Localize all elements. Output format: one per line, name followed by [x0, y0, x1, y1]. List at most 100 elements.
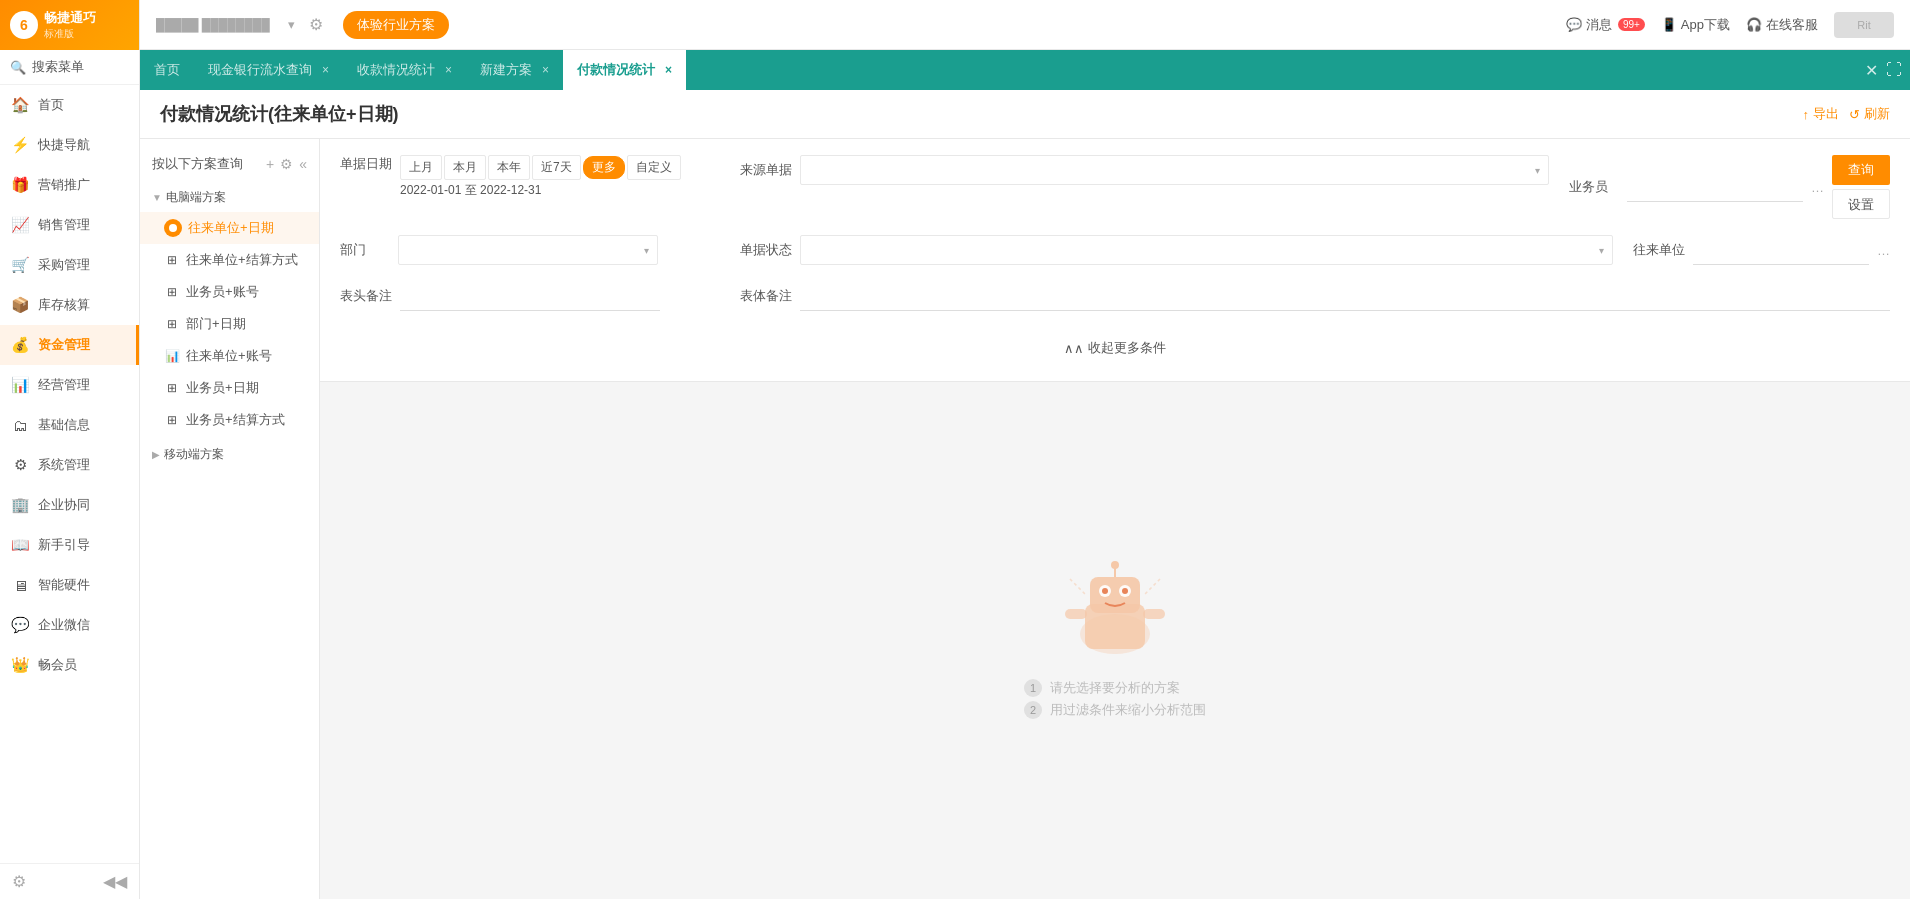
- sidebar-item-finance[interactable]: 💰 资金管理: [0, 325, 139, 365]
- sidebar-item-hardware[interactable]: 🖥 智能硬件: [0, 565, 139, 605]
- sidebar-item-guide[interactable]: 📖 新手引导: [0, 525, 139, 565]
- scheme-item-staff-account[interactable]: ⊞ 业务员+账号: [140, 276, 319, 308]
- tab-receipt-stats-close[interactable]: ×: [445, 63, 452, 77]
- export-btn[interactable]: ↑ 导出: [1803, 105, 1840, 123]
- filter-row-3: 表头备注 表体备注: [340, 281, 1890, 311]
- date-btn-this-month[interactable]: 本月: [444, 155, 486, 180]
- sidebar-item-label: 基础信息: [38, 416, 90, 434]
- sidebar-item-enterprise[interactable]: 🏢 企业协同: [0, 485, 139, 525]
- sidebar-item-system[interactable]: ⚙ 系统管理: [0, 445, 139, 485]
- refresh-btn[interactable]: ↺ 刷新: [1849, 105, 1890, 123]
- scheme-item-label: 业务员+日期: [186, 379, 259, 397]
- staff-input[interactable]: [1627, 172, 1803, 202]
- scheme-item-staff-date[interactable]: ⊞ 业务员+日期: [140, 372, 319, 404]
- sidebar-item-member[interactable]: 👑 畅会员: [0, 645, 139, 685]
- header-note-input[interactable]: [400, 281, 660, 311]
- date-btn-more[interactable]: 更多: [583, 156, 625, 179]
- scheme-header-icons: + ⚙ «: [266, 156, 307, 172]
- dept-select[interactable]: ▾: [398, 235, 658, 265]
- sidebar-item-quick-nav[interactable]: ⚡ 快捷导航: [0, 125, 139, 165]
- export-icon: ↑: [1803, 107, 1810, 122]
- mobile-scheme-section-title[interactable]: ▶ 移动端方案: [140, 440, 319, 469]
- scheme-item-unit-account[interactable]: 📊 往来单位+账号: [140, 340, 319, 372]
- sidebar-item-inventory[interactable]: 📦 库存核算: [0, 285, 139, 325]
- pc-section-label: 电脑端方案: [166, 189, 226, 206]
- sidebar-item-label: 库存核算: [38, 296, 90, 314]
- sidebar-item-purchase[interactable]: 🛒 采购管理: [0, 245, 139, 285]
- scheme-item-label: 业务员+结算方式: [186, 411, 285, 429]
- tab-new-scheme-label: 新建方案: [480, 61, 532, 79]
- tab-new-scheme[interactable]: 新建方案 ×: [466, 50, 563, 90]
- svg-line-13: [1145, 579, 1160, 594]
- scheme-collapse-icon[interactable]: «: [299, 156, 307, 172]
- search-icon: 🔍: [10, 60, 26, 75]
- settings-btn[interactable]: 设置: [1832, 189, 1890, 219]
- empty-illustration: [1055, 559, 1175, 659]
- tab-fullscreen-btn[interactable]: ⛶: [1886, 61, 1902, 79]
- sidebar-item-home[interactable]: 🏠 首页: [0, 85, 139, 125]
- date-btn-7days[interactable]: 近7天: [532, 155, 581, 180]
- app-download-btn[interactable]: 📱 App下载: [1661, 16, 1730, 34]
- sidebar-item-marketing[interactable]: 🎁 营销推广: [0, 165, 139, 205]
- related-unit-input[interactable]: [1693, 235, 1869, 265]
- online-service-btn[interactable]: 🎧 在线客服: [1746, 16, 1818, 34]
- tab-receipt-stats[interactable]: 收款情况统计 ×: [343, 50, 466, 90]
- sidebar-item-basic-info[interactable]: 🗂 基础信息: [0, 405, 139, 445]
- active-scheme-icon: [164, 219, 182, 237]
- scheme-settings-icon[interactable]: ⚙: [280, 156, 293, 172]
- sidebar-item-weixin[interactable]: 💬 企业微信: [0, 605, 139, 645]
- sidebar-item-label: 经营管理: [38, 376, 90, 394]
- tab-payment-stats-label: 付款情况统计: [577, 61, 655, 79]
- collapse-more-btn[interactable]: ∧∧ 收起更多条件: [1056, 331, 1174, 365]
- scheme-item-dept-date[interactable]: ⊞ 部门+日期: [140, 308, 319, 340]
- sidebar-item-label: 系统管理: [38, 456, 90, 474]
- tab-payment-stats[interactable]: 付款情况统计 ×: [563, 50, 686, 90]
- scheme-item-unit-settle[interactable]: ⊞ 往来单位+结算方式: [140, 244, 319, 276]
- topbar-title: █████ ████████: [156, 18, 270, 32]
- pc-scheme-section-title[interactable]: ▼ 电脑端方案: [140, 183, 319, 212]
- sidebar-nav: 🏠 首页 ⚡ 快捷导航 🎁 营销推广 📈 销售管理 🛒 采购管理 📦 库存核算 …: [0, 85, 139, 863]
- source-doc-select[interactable]: ▾: [800, 155, 1549, 185]
- message-icon: 💬: [1566, 17, 1582, 32]
- staff-more-icon[interactable]: …: [1811, 180, 1824, 195]
- tab-home[interactable]: 首页: [140, 50, 194, 90]
- add-scheme-icon[interactable]: +: [266, 156, 274, 172]
- scheme-item-staff-settle[interactable]: ⊞ 业务员+结算方式: [140, 404, 319, 436]
- topbar-expand-icon[interactable]: ▾: [288, 17, 295, 32]
- body-note-input[interactable]: [800, 281, 1890, 311]
- tab-close-all-btn[interactable]: ✕: [1865, 61, 1878, 80]
- tab-new-scheme-close[interactable]: ×: [542, 63, 549, 77]
- tab-cash-bank-close[interactable]: ×: [322, 63, 329, 77]
- related-unit-more-icon[interactable]: …: [1877, 243, 1890, 258]
- settings-bottom-icon[interactable]: ⚙: [12, 872, 26, 891]
- topbar-settings-icon[interactable]: ⚙: [309, 15, 323, 34]
- robot-svg: [1055, 559, 1175, 659]
- hint-1: 1 请先选择要分析的方案: [1024, 679, 1206, 697]
- logo-text: 畅捷通巧 标准版: [44, 9, 96, 41]
- scheme-item-unit-date[interactable]: 往来单位+日期: [140, 212, 319, 244]
- headset-icon: 🎧: [1746, 17, 1762, 32]
- sidebar-item-operation[interactable]: 📊 经营管理: [0, 365, 139, 405]
- tab-cash-bank[interactable]: 现金银行流水查询 ×: [194, 50, 343, 90]
- related-unit-group: 往来单位 …: [1633, 235, 1890, 265]
- doc-status-select[interactable]: ▾: [800, 235, 1613, 265]
- user-avatar[interactable]: Rit: [1834, 12, 1894, 38]
- date-label: 单据日期: [340, 155, 392, 173]
- svg-point-5: [1102, 588, 1108, 594]
- empty-hints: 1 请先选择要分析的方案 2 用过滤条件来缩小分析范围: [1024, 679, 1206, 723]
- query-btn[interactable]: 查询: [1832, 155, 1890, 185]
- trial-btn[interactable]: 体验行业方案: [343, 11, 449, 39]
- guide-icon: 📖: [10, 535, 30, 555]
- tab-payment-stats-close[interactable]: ×: [665, 63, 672, 77]
- sidebar-item-label: 新手引导: [38, 536, 90, 554]
- date-btn-this-year[interactable]: 本年: [488, 155, 530, 180]
- date-btn-custom[interactable]: 自定义: [627, 155, 681, 180]
- page-title: 付款情况统计(往来单位+日期): [160, 102, 399, 126]
- notifications-btn[interactable]: 💬 消息 99+: [1566, 16, 1645, 34]
- collapse-sidebar-icon[interactable]: ◀◀: [103, 872, 127, 891]
- sidebar-item-sales[interactable]: 📈 销售管理: [0, 205, 139, 245]
- sidebar-bottom: ⚙ ◀◀: [0, 863, 139, 899]
- tab-receipt-stats-label: 收款情况统计: [357, 61, 435, 79]
- date-btn-last-month[interactable]: 上月: [400, 155, 442, 180]
- search-menu[interactable]: 🔍 搜索菜单: [0, 50, 139, 85]
